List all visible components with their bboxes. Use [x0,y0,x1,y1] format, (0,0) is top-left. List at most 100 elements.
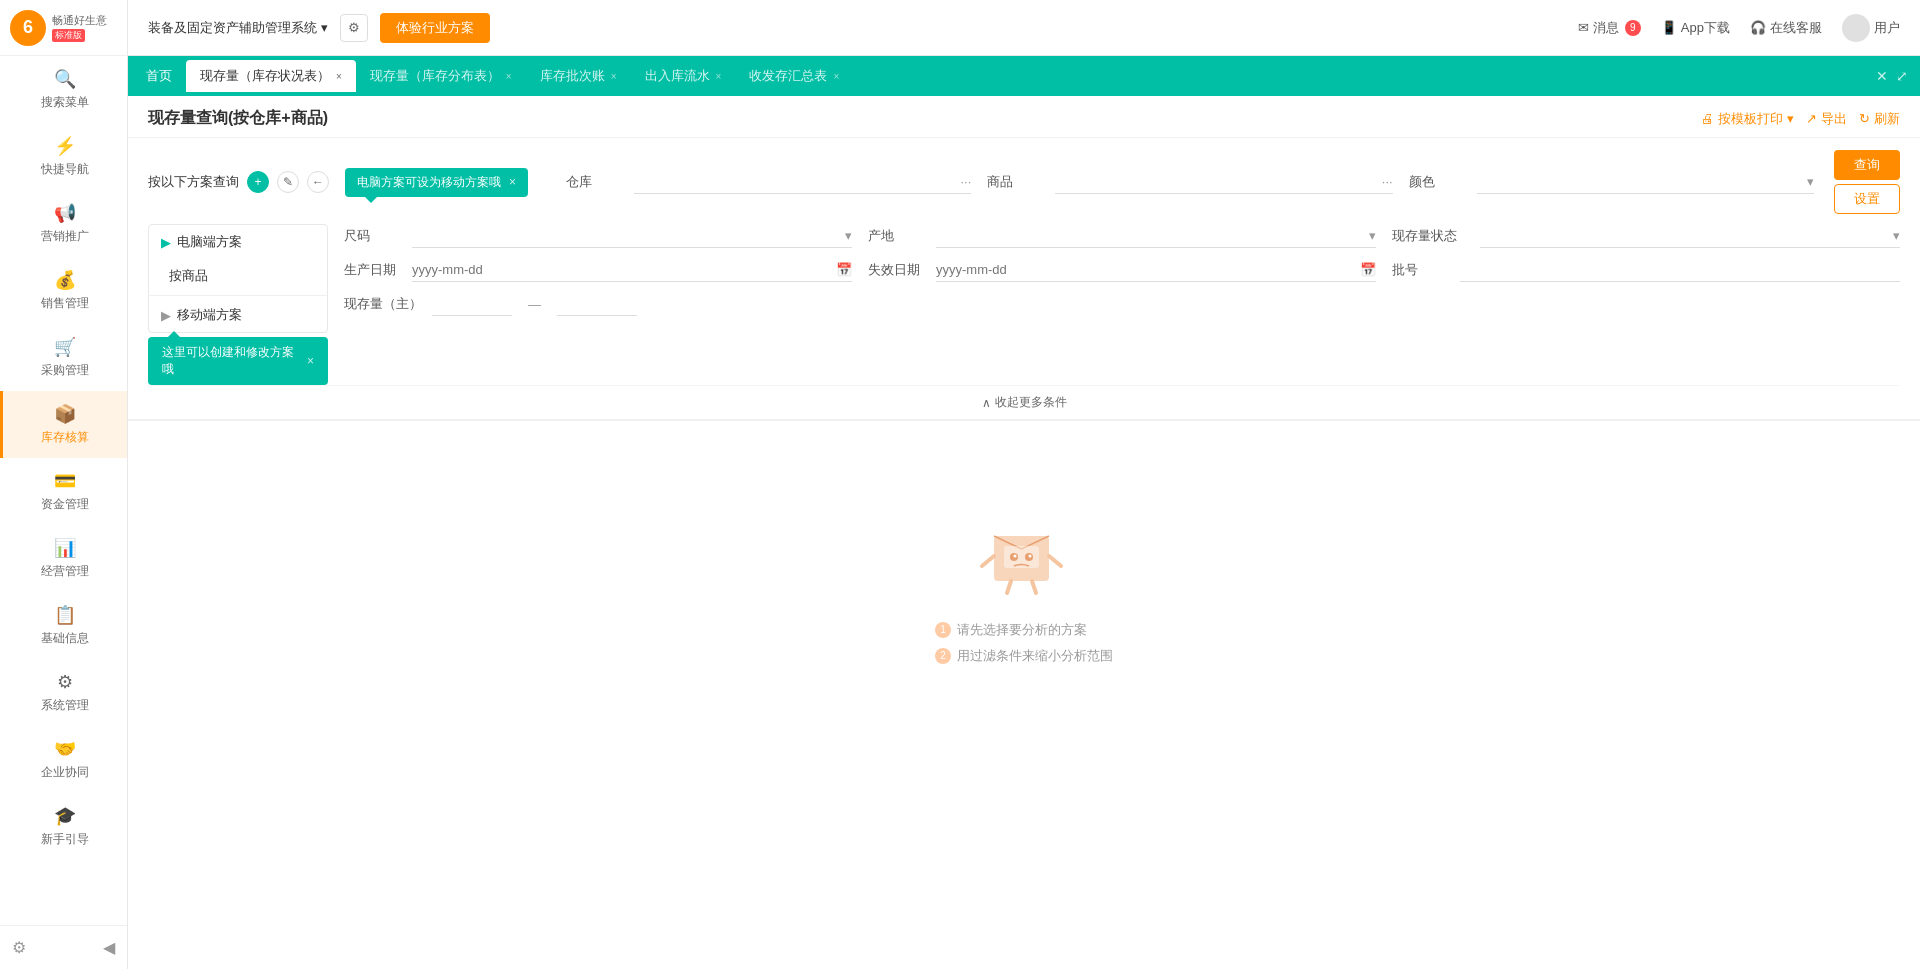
edit-scheme-button[interactable]: ✎ [277,171,299,193]
system-title-dropdown[interactable]: 装备及固定资产辅助管理系统 ▾ [148,19,328,37]
empty-hint-1: 1 请先选择要分析的方案 [935,617,1113,643]
print-icon: 🖨 [1701,111,1714,126]
sidebar-item-guide[interactable]: 🎓 新手引导 [0,793,127,860]
sidebar-item-purchase[interactable]: 🛒 采购管理 [0,324,127,391]
origin-chevron-icon: ▾ [1369,228,1376,243]
export-button[interactable]: ↗ 导出 [1806,110,1847,128]
user-action[interactable]: 用户 [1842,14,1900,42]
tab-bar: 首页 现存量（库存状况表） × 现存量（库存分布表） × 库存批次账 × 出入库… [128,56,1920,96]
collapse-sidebar-icon[interactable]: ◀ [103,938,115,957]
mobile-icon: 📱 [1661,20,1677,35]
refresh-icon: ↻ [1859,111,1870,126]
logo-icon: 6 [10,10,46,46]
page-header: 现存量查询(按仓库+商品) 🖨 按模板打印 ▾ ↗ 导出 ↻ 刷新 [128,96,1920,138]
filter-stock-status-field: 现存量状态 ▾ [1392,224,1900,248]
reset-button[interactable]: 设置 [1834,184,1900,214]
app-download-action[interactable]: 📱 App下载 [1661,19,1730,37]
warehouse-select[interactable]: ··· [634,170,971,194]
card-icon: 💳 [54,470,76,492]
sidebar-item-inventory[interactable]: 📦 库存核算 [0,391,127,458]
prod-date-calendar-icon[interactable]: 📅 [836,262,852,277]
filter-batch-field: 批号 [1392,258,1900,282]
scheme-group-desktop[interactable]: ▶ 电脑端方案 [149,225,327,259]
tab-close-batch-account[interactable]: × [611,71,617,82]
top-header: 装备及固定资产辅助管理系统 ▾ ⚙ 体验行业方案 ✉ 消息 9 📱 App下载 … [128,0,1920,56]
expand-arrow-icon: ▶ [161,235,171,250]
collapse-bar[interactable]: ∧ 收起更多条件 [148,385,1900,419]
exp-date-wrapper[interactable]: 📅 [936,258,1376,282]
message-action[interactable]: ✉ 消息 9 [1578,19,1641,37]
svg-point-4 [1014,555,1017,558]
sidebar-item-collab[interactable]: 🤝 企业协同 [0,726,127,793]
refresh-button[interactable]: ↻ 刷新 [1859,110,1900,128]
stock-main-to-input[interactable] [557,292,637,316]
warehouse-dots-icon[interactable]: ··· [961,174,972,189]
close-all-tabs-icon[interactable]: ✕ [1876,68,1888,84]
exp-date-input[interactable] [936,262,1360,277]
chart-icon: 📊 [54,537,76,559]
prod-date-input[interactable] [412,262,836,277]
online-support-action[interactable]: 🎧 在线客服 [1750,19,1822,37]
main-content: 装备及固定资产辅助管理系统 ▾ ⚙ 体验行业方案 ✉ 消息 9 📱 App下载 … [128,0,1920,969]
empty-state: 1 请先选择要分析的方案 2 用过滤条件来缩小分析范围 [128,421,1920,749]
template-print-button[interactable]: 🖨 按模板打印 ▾ [1701,110,1794,128]
tooltip2-close-button[interactable]: × [307,354,314,368]
add-scheme-button[interactable]: + [247,171,269,193]
origin-select[interactable]: ▾ [936,224,1376,248]
back-arrow-button[interactable]: ← [307,171,329,193]
header-right: ✉ 消息 9 📱 App下载 🎧 在线客服 用户 [1578,14,1900,42]
tab-receive-send[interactable]: 收发存汇总表 × [735,60,853,92]
sidebar-bottom: ⚙ ◀ [0,925,127,969]
sidebar-item-marketing[interactable]: 📢 营销推广 [0,190,127,257]
sidebar-item-sales[interactable]: 💰 销售管理 [0,257,127,324]
tab-inventory-status[interactable]: 现存量（库存状况表） × [186,60,356,92]
filter-warehouse-field: 仓库 ··· [566,170,971,194]
empty-hint-2: 2 用过滤条件来缩小分析范围 [935,643,1113,669]
handshake-icon: 🤝 [54,738,76,760]
size-select[interactable]: ▾ [412,224,852,248]
tab-inventory-dist[interactable]: 现存量（库存分布表） × [356,60,526,92]
sidebar-item-finance[interactable]: 💳 资金管理 [0,458,127,525]
goods-select[interactable]: ··· [1055,170,1392,194]
stock-status-select[interactable]: ▾ [1480,224,1900,248]
logo-area: 6 畅通好生意 标准版 [0,0,127,56]
tab-close-inventory-dist[interactable]: × [506,71,512,82]
expand-icon[interactable]: ⤢ [1896,68,1908,84]
flash-icon: ⚡ [54,135,76,157]
search-button[interactable]: 查询 [1834,150,1900,180]
sidebar-item-operations[interactable]: 📊 经营管理 [0,525,127,592]
batch-input[interactable] [1460,258,1900,282]
scheme-group-mobile[interactable]: ▶ 移动端方案 [149,298,327,332]
tab-inout-flow[interactable]: 出入库流水 × [631,60,736,92]
exp-date-calendar-icon[interactable]: 📅 [1360,262,1376,277]
tab-close-inout-flow[interactable]: × [716,71,722,82]
sidebar-item-quick[interactable]: ⚡ 快捷导航 [0,123,127,190]
size-chevron-icon: ▾ [845,228,852,243]
empty-illustration [974,501,1074,601]
trial-button[interactable]: 体验行业方案 [380,13,490,43]
gear-icon: ⚙ [57,671,73,693]
settings-bottom-icon[interactable]: ⚙ [12,938,26,957]
megaphone-icon: 📢 [54,202,76,224]
prod-date-wrapper[interactable]: 📅 [412,258,852,282]
tab-close-inventory-status[interactable]: × [336,71,342,82]
range-separator: — [528,297,541,312]
color-select[interactable]: ▾ [1477,170,1814,194]
sidebar-item-system[interactable]: ⚙ 系统管理 [0,659,127,726]
header-settings-button[interactable]: ⚙ [340,14,368,42]
tab-home[interactable]: 首页 [132,60,186,92]
sidebar-item-basic[interactable]: 📋 基础信息 [0,592,127,659]
scheme-item-by-goods[interactable]: 按商品 [149,259,327,293]
avatar [1842,14,1870,42]
sidebar-item-search[interactable]: 🔍 搜索菜单 [0,56,127,123]
goods-dots-icon[interactable]: ··· [1382,174,1393,189]
stock-status-chevron-icon: ▾ [1893,228,1900,243]
collapse-arrow-icon: ▶ [161,308,171,323]
tab-batch-account[interactable]: 库存批次账 × [526,60,631,92]
filter-fields-area: 尺码 ▾ 产地 ▾ [344,224,1900,385]
header-left: 装备及固定资产辅助管理系统 ▾ ⚙ 体验行业方案 [148,13,490,43]
tooltip1-close-button[interactable]: × [509,175,516,189]
stock-main-from-input[interactable] [432,292,512,316]
page-actions: 🖨 按模板打印 ▾ ↗ 导出 ↻ 刷新 [1701,110,1900,128]
tab-close-receive-send[interactable]: × [833,71,839,82]
